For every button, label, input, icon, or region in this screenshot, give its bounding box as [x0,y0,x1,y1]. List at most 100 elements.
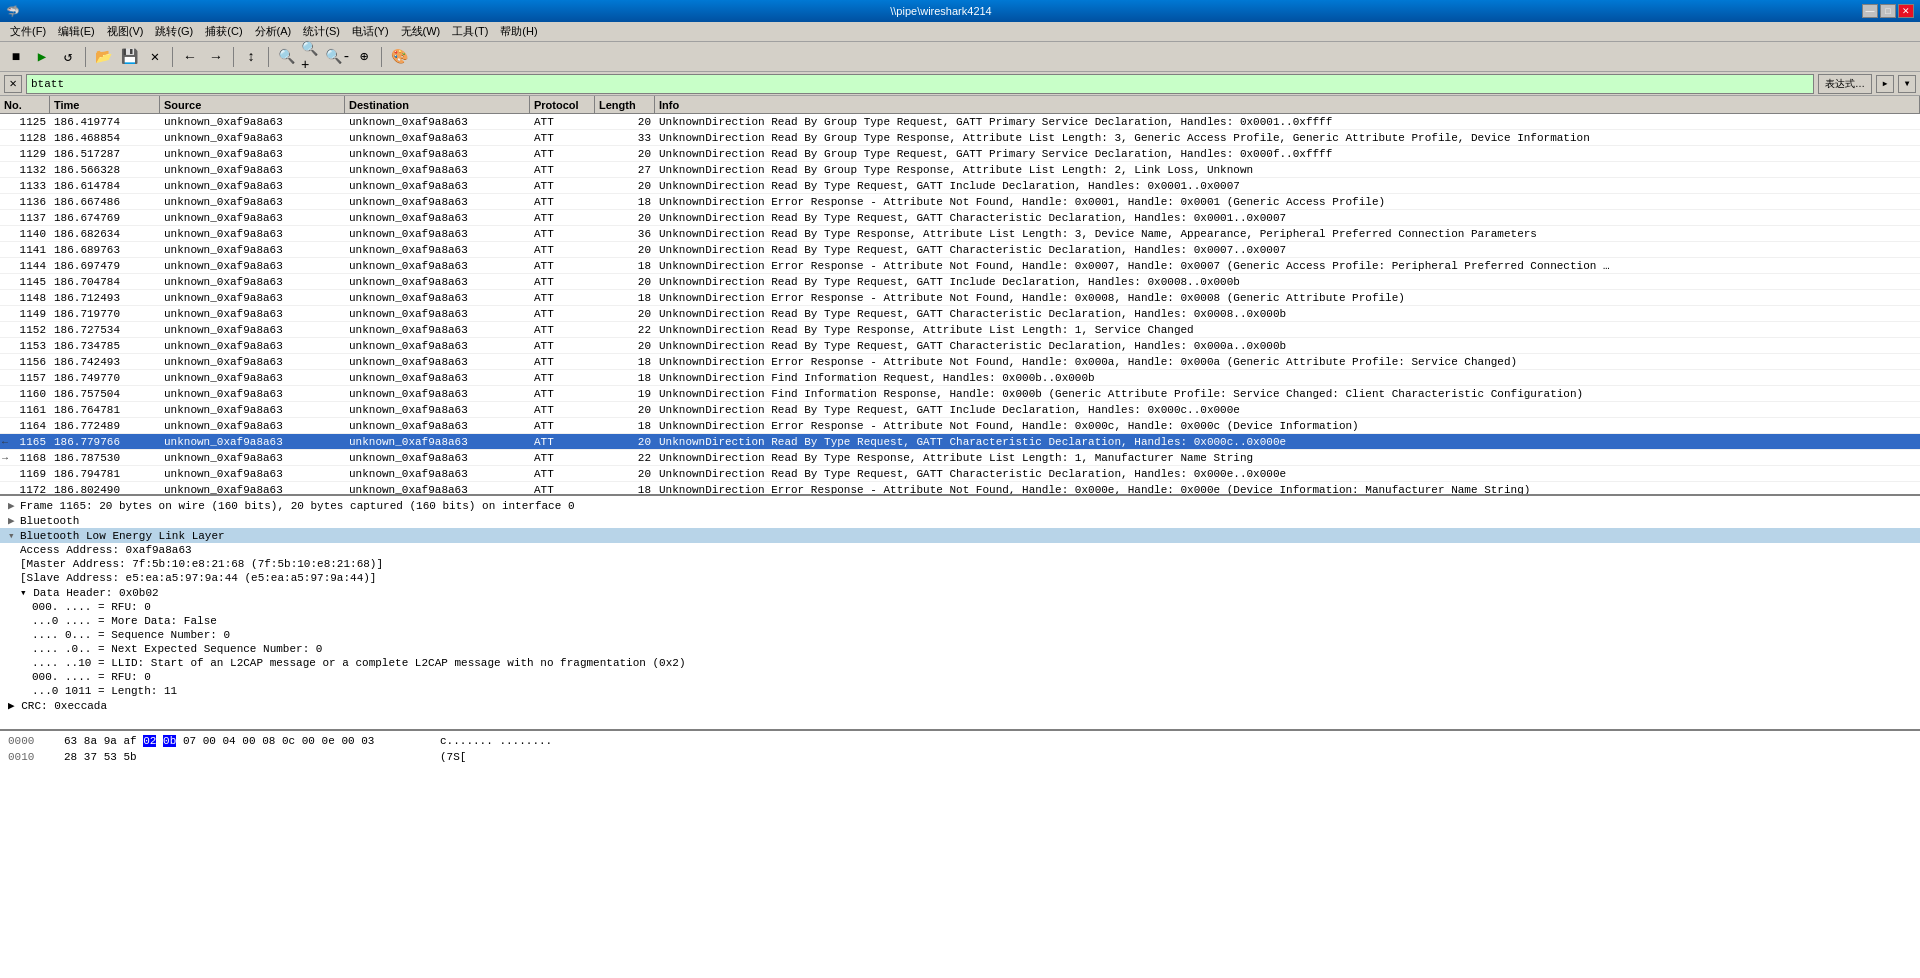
packet-cell-time: 186.727534 [50,324,160,336]
toolbar-zoom-in-button[interactable]: 🔍+ [300,45,324,69]
column-header-time[interactable]: Time [50,96,160,113]
detail-row[interactable]: Access Address: 0xaf9a8a63 [0,543,1920,557]
packet-row[interactable]: 1153186.734785unknown_0xaf9a8a63unknown_… [0,338,1920,354]
filter-arrow-button[interactable]: ▸ [1876,75,1894,93]
detail-text: .... 0... = Sequence Number: 0 [32,629,230,641]
detail-row[interactable]: ...0 1011 = Length: 11 [0,684,1920,698]
column-header-no[interactable]: No. [0,96,50,113]
toolbar-stop-button[interactable]: ■ [4,45,28,69]
filter-dropdown-button[interactable]: ▾ [1898,75,1916,93]
detail-row[interactable]: .... 0... = Sequence Number: 0 [0,628,1920,642]
toolbar-goto-button[interactable]: ↕ [239,45,263,69]
column-header-info[interactable]: Info [655,96,1920,113]
menu-item-s[interactable]: 统计(S) [297,22,346,41]
packet-row[interactable]: 1129186.517287unknown_0xaf9a8a63unknown_… [0,146,1920,162]
filter-clear-button[interactable]: ✕ [4,75,22,93]
detail-row[interactable]: ▶ Bluetooth [0,513,1920,528]
packet-row[interactable]: 1160186.757504unknown_0xaf9a8a63unknown_… [0,386,1920,402]
filter-expression-button[interactable]: 表达式… [1818,74,1872,94]
title-bar-icon: 🦈 [6,5,20,18]
detail-row[interactable]: 000. .... = RFU: 0 [0,670,1920,684]
toolbar-restart-button[interactable]: ↺ [56,45,80,69]
packet-row[interactable]: 1164186.772489unknown_0xaf9a8a63unknown_… [0,418,1920,434]
packet-cell-no: 1125 [0,116,50,128]
minimize-button[interactable]: — [1862,4,1878,18]
menu-item-h[interactable]: 帮助(H) [494,22,543,41]
close-button[interactable]: ✕ [1898,4,1914,18]
menu-item-c[interactable]: 捕获(C) [199,22,248,41]
toolbar-forward-button[interactable]: → [204,45,228,69]
toolbar-separator-3 [233,47,234,67]
packet-row[interactable]: 1161186.764781unknown_0xaf9a8a63unknown_… [0,402,1920,418]
menu-item-e[interactable]: 编辑(E) [52,22,101,41]
detail-row[interactable]: .... .0.. = Next Expected Sequence Numbe… [0,642,1920,656]
packet-row[interactable]: 1132186.566328unknown_0xaf9a8a63unknown_… [0,162,1920,178]
column-header-length[interactable]: Length [595,96,655,113]
toolbar-save-button[interactable]: 💾 [117,45,141,69]
packet-row[interactable]: 1152186.727534unknown_0xaf9a8a63unknown_… [0,322,1920,338]
packet-row-wrapper: 1128186.468854unknown_0xaf9a8a63unknown_… [0,130,1920,146]
packet-row[interactable]: 1136186.667486unknown_0xaf9a8a63unknown_… [0,194,1920,210]
detail-row[interactable]: [Slave Address: e5:ea:a5:97:9a:44 (e5:ea… [0,571,1920,585]
packet-cell-info: UnknownDirection Read By Group Type Resp… [655,132,1920,144]
menu-item-f[interactable]: 文件(F) [4,22,52,41]
menu-item-y[interactable]: 电话(Y) [346,22,395,41]
toolbar-start-button[interactable]: ▶ [30,45,54,69]
packet-row[interactable]: 1145186.704784unknown_0xaf9a8a63unknown_… [0,274,1920,290]
packet-row[interactable]: 1128186.468854unknown_0xaf9a8a63unknown_… [0,130,1920,146]
menu-item-a[interactable]: 分析(A) [249,22,298,41]
packet-row[interactable]: 1141186.689763unknown_0xaf9a8a63unknown_… [0,242,1920,258]
packet-cell-len: 20 [595,340,655,352]
detail-row[interactable]: 000. .... = RFU: 0 [0,600,1920,614]
packet-row[interactable]: 1149186.719770unknown_0xaf9a8a63unknown_… [0,306,1920,322]
detail-row[interactable]: [Master Address: 7f:5b:10:e8:21:68 (7f:5… [0,557,1920,571]
maximize-button[interactable]: □ [1880,4,1896,18]
menu-item-w[interactable]: 无线(W) [395,22,447,41]
packet-row[interactable]: 1165186.779766unknown_0xaf9a8a63unknown_… [0,434,1920,450]
menu-item-g[interactable]: 跳转(G) [149,22,199,41]
packet-cell-proto: ATT [530,324,595,336]
packet-row[interactable]: 1137186.674769unknown_0xaf9a8a63unknown_… [0,210,1920,226]
packet-cell-proto: ATT [530,356,595,368]
packet-cell-source: unknown_0xaf9a8a63 [160,308,345,320]
packet-cell-source: unknown_0xaf9a8a63 [160,292,345,304]
filter-input[interactable] [26,74,1814,94]
packet-cell-dest: unknown_0xaf9a8a63 [345,212,530,224]
packet-row[interactable]: 1168186.787530unknown_0xaf9a8a63unknown_… [0,450,1920,466]
packet-row[interactable]: 1133186.614784unknown_0xaf9a8a63unknown_… [0,178,1920,194]
detail-row[interactable]: .... ..10 = LLID: Start of an L2CAP mess… [0,656,1920,670]
column-header-protocol[interactable]: Protocol [530,96,595,113]
packet-cell-dest: unknown_0xaf9a8a63 [345,292,530,304]
menu-item-v[interactable]: 视图(V) [101,22,150,41]
packet-row[interactable]: 1144186.697479unknown_0xaf9a8a63unknown_… [0,258,1920,274]
packet-cell-len: 22 [595,452,655,464]
detail-row[interactable]: ▾ Bluetooth Low Energy Link Layer [0,528,1920,543]
packet-cell-time: 186.779766 [50,436,160,448]
toolbar-zoom-out-button[interactable]: 🔍- [326,45,350,69]
packet-row[interactable]: 1125186.419774unknown_0xaf9a8a63unknown_… [0,114,1920,130]
packet-cell-proto: ATT [530,132,595,144]
toolbar-open-button[interactable]: 📂 [91,45,115,69]
packet-row[interactable]: 1148186.712493unknown_0xaf9a8a63unknown_… [0,290,1920,306]
detail-row[interactable]: ▾ Data Header: 0x0b02 [0,585,1920,600]
detail-row[interactable]: ▶ Frame 1165: 20 bytes on wire (160 bits… [0,498,1920,513]
toolbar-back-button[interactable]: ← [178,45,202,69]
packet-list: No. Time Source Destination Protocol Len… [0,96,1920,496]
packet-row[interactable]: 1156186.742493unknown_0xaf9a8a63unknown_… [0,354,1920,370]
toolbar-close-button[interactable]: ✕ [143,45,167,69]
packet-row[interactable]: 1172186.802490unknown_0xaf9a8a63unknown_… [0,482,1920,496]
packet-row[interactable]: 1140186.682634unknown_0xaf9a8a63unknown_… [0,226,1920,242]
packet-cell-source: unknown_0xaf9a8a63 [160,212,345,224]
detail-row[interactable]: ...0 .... = More Data: False [0,614,1920,628]
toolbar-zoom-normal-button[interactable]: ⊕ [352,45,376,69]
packet-row[interactable]: 1157186.749770unknown_0xaf9a8a63unknown_… [0,370,1920,386]
column-header-source[interactable]: Source [160,96,345,113]
packet-cell-source: unknown_0xaf9a8a63 [160,452,345,464]
detail-row[interactable]: ▶ CRC: 0xeccada [0,698,1920,713]
column-header-destination[interactable]: Destination [345,96,530,113]
toolbar-find-button[interactable]: 🔍 [274,45,298,69]
toolbar-colorize-button[interactable]: 🎨 [387,45,411,69]
packet-row[interactable]: 1169186.794781unknown_0xaf9a8a63unknown_… [0,466,1920,482]
packet-cell-dest: unknown_0xaf9a8a63 [345,228,530,240]
menu-item-t[interactable]: 工具(T) [446,22,494,41]
